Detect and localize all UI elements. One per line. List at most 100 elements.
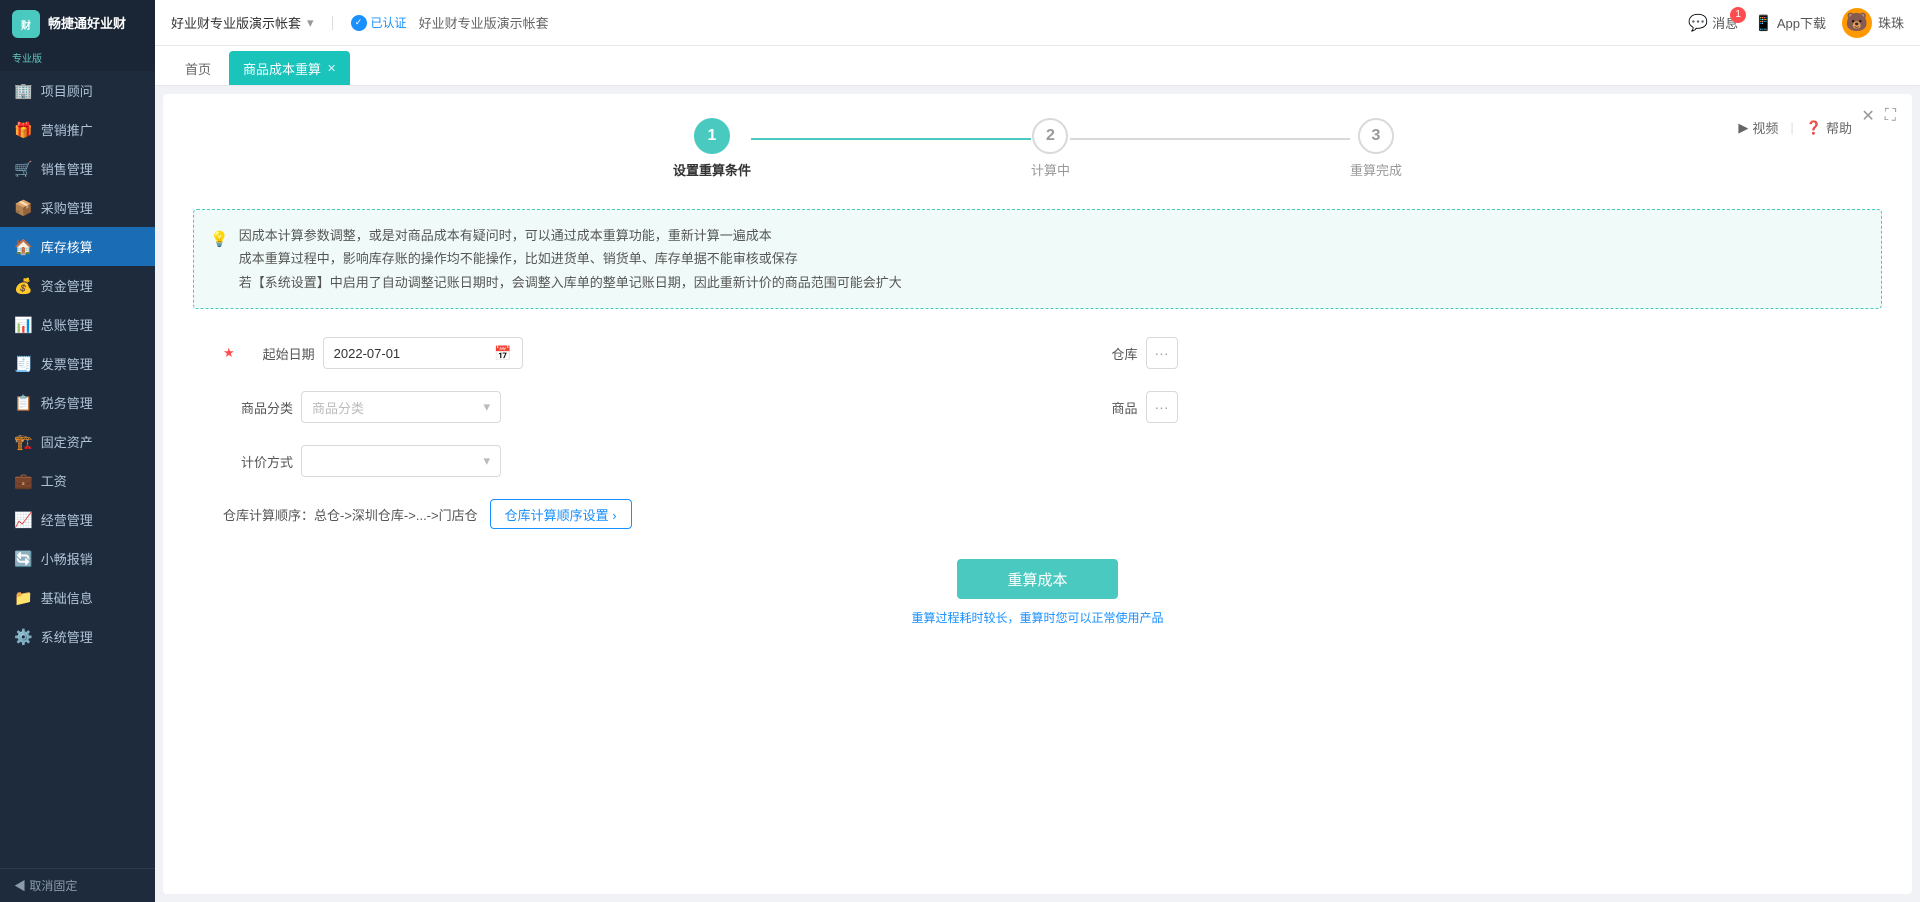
step-2: 2 计算中: [1031, 118, 1070, 179]
warehouse-order-label: 仓库计算顺序：总仓->深圳仓库->...->门店仓: [223, 505, 478, 524]
tabbar: 首页 商品成本重算 ✕: [155, 46, 1920, 86]
sidebar-item-sales[interactable]: 🛒 销售管理: [0, 149, 155, 188]
verified-badge: ✓ 已认证: [351, 14, 407, 31]
shield-icon: ✓: [351, 15, 367, 31]
warehouse-item: 仓库 ···: [1068, 337, 1853, 369]
inventory-icon: 🏠: [14, 238, 33, 256]
sidebar-item-expense[interactable]: 🔄 小畅报销: [0, 539, 155, 578]
message-button[interactable]: 💬 消息 1: [1688, 13, 1738, 33]
form-row-2: 商品分类 商品分类 ▾ 商品 ···: [223, 391, 1852, 423]
tax-icon: 📋: [14, 394, 33, 412]
notification-badge: 1: [1730, 7, 1746, 23]
main-area: 好业财专业版演示帐套 ▾ ✓ 已认证 好业财专业版演示帐套 💬 消息 1 📱 A…: [155, 0, 1920, 902]
step-2-circle: 2: [1032, 118, 1068, 154]
expand-window-icon[interactable]: ⛶: [1885, 107, 1896, 125]
product-select[interactable]: ···: [1146, 391, 1178, 423]
tab-close-icon[interactable]: ✕: [327, 62, 336, 75]
start-date-input[interactable]: 2022-07-01 📅: [323, 337, 523, 369]
calendar-icon[interactable]: 📅: [494, 345, 511, 362]
account-selector[interactable]: 好业财专业版演示帐套 ▾: [171, 13, 314, 32]
app-logo-icon: 财: [12, 10, 40, 38]
sidebar-item-system[interactable]: ⚙️ 系统管理: [0, 617, 155, 656]
step-3-circle: 3: [1358, 118, 1394, 154]
phone-icon: 📱: [1754, 14, 1773, 32]
accounting-icon: 📊: [14, 316, 33, 334]
sidebar-nav: 🏢 项目顾问 🎁 营销推广 🛒 销售管理 📦 采购管理 🏠 库存核算 💰 资金管…: [0, 71, 155, 868]
app-download-button[interactable]: 📱 App下载: [1754, 13, 1826, 32]
sidebar-item-operation[interactable]: 📈 经营管理: [0, 500, 155, 539]
sidebar-unpin-button[interactable]: ◀ 取消固定: [0, 868, 155, 902]
recalc-button[interactable]: 重算成本: [957, 559, 1117, 599]
sidebar-item-marketing[interactable]: 🎁 营销推广: [0, 110, 155, 149]
pricing-item: 计价方式 ▾: [223, 445, 1852, 477]
dropdown-icon: ▾: [307, 15, 314, 31]
sidebar-item-invoice[interactable]: 🧾 发票管理: [0, 344, 155, 383]
sidebar-logo: 财 畅捷通好业财: [0, 0, 155, 48]
category-item: 商品分类 商品分类 ▾: [223, 391, 1008, 423]
form-row-1: ★ 起始日期 2022-07-01 📅 仓库 ···: [223, 337, 1852, 369]
system-icon: ⚙️: [14, 628, 33, 646]
avatar: 🐻: [1842, 8, 1872, 38]
notice-line-1: 因成本计算参数调整，或是对商品成本有疑问时，可以通过成本重算功能，重新计算一遍成…: [239, 224, 902, 247]
warehouse-order-setting-button[interactable]: 仓库计算顺序设置 ›: [490, 499, 632, 529]
user-menu[interactable]: 🐻 珠珠: [1842, 8, 1904, 38]
step-3: 3 重算完成: [1350, 118, 1402, 179]
submit-area: 重算成本 重算过程耗时较长，重算时您可以正常使用产品: [193, 559, 1882, 626]
tab-home[interactable]: 首页: [171, 51, 225, 85]
step-3-label: 重算完成: [1350, 160, 1402, 179]
operation-icon: 📈: [14, 511, 33, 529]
product-item: 商品 ···: [1068, 391, 1853, 423]
warehouse-label: 仓库: [1068, 344, 1138, 363]
sidebar-item-tax[interactable]: 📋 税务管理: [0, 383, 155, 422]
content-area: ✕ ⛶ ▶ 视频 | ❓ 帮助 1 设置重算条件 2 计算中: [163, 94, 1912, 894]
product-label: 商品: [1068, 398, 1138, 417]
sidebar-item-accounting[interactable]: 📊 总账管理: [0, 305, 155, 344]
topbar-actions: 💬 消息 1 📱 App下载 🐻 珠珠: [1688, 8, 1904, 38]
topbar-divider: [332, 16, 333, 30]
category-label: 商品分类: [223, 398, 293, 417]
expense-icon: 🔄: [14, 550, 33, 568]
start-date-item: ★ 起始日期 2022-07-01 📅: [223, 337, 1008, 369]
step-1-label: 设置重算条件: [673, 160, 751, 179]
sidebar-item-purchase[interactable]: 📦 采购管理: [0, 188, 155, 227]
dropdown-arrow-icon: ▾: [483, 399, 490, 415]
required-mark: ★: [223, 345, 235, 361]
step-line-1: [751, 138, 1031, 140]
salary-icon: 💼: [14, 472, 33, 490]
sidebar-item-salary[interactable]: 💼 工资: [0, 461, 155, 500]
pricing-label: 计价方式: [223, 452, 293, 471]
sidebar-item-inventory[interactable]: 🏠 库存核算: [0, 227, 155, 266]
project-icon: 🏢: [14, 82, 33, 100]
notice-box: 💡 因成本计算参数调整，或是对商品成本有疑问时，可以通过成本重算功能，重新计算一…: [193, 209, 1882, 309]
warning-icon: 💡: [210, 226, 229, 294]
submit-hint: 重算过程耗时较长，重算时您可以正常使用产品: [193, 609, 1882, 626]
steps-bar: 1 设置重算条件 2 计算中 3 重算完成: [193, 118, 1882, 179]
warehouse-select[interactable]: ···: [1146, 337, 1178, 369]
topbar: 好业财专业版演示帐套 ▾ ✓ 已认证 好业财专业版演示帐套 💬 消息 1 📱 A…: [155, 0, 1920, 46]
notice-content: 因成本计算参数调整，或是对商品成本有疑问时，可以通过成本重算功能，重新计算一遍成…: [239, 224, 902, 294]
basic-icon: 📁: [14, 589, 33, 607]
category-select[interactable]: 商品分类 ▾: [301, 391, 501, 423]
tab-cost-recalc[interactable]: 商品成本重算 ✕: [229, 51, 350, 85]
company-name: 好业财专业版演示帐套: [419, 13, 549, 32]
marketing-icon: 🎁: [14, 121, 33, 139]
pricing-select[interactable]: ▾: [301, 445, 501, 477]
notice-line-2: 成本重算过程中，影响库存账的操作均不能操作，比如进货单、销货单、库存单据不能审核…: [239, 247, 902, 270]
warehouse-order-row: 仓库计算顺序：总仓->深圳仓库->...->门店仓 仓库计算顺序设置 ›: [223, 499, 1852, 529]
step-2-label: 计算中: [1031, 160, 1070, 179]
sidebar-item-assets[interactable]: 🏗️ 固定资产: [0, 422, 155, 461]
finance-icon: 💰: [14, 277, 33, 295]
purchase-icon: 📦: [14, 199, 33, 217]
dropdown-arrow-2-icon: ▾: [483, 453, 490, 469]
step-1-circle: 1: [694, 118, 730, 154]
sidebar-item-basic[interactable]: 📁 基础信息: [0, 578, 155, 617]
sidebar: 财 畅捷通好业财 专业版 🏢 项目顾问 🎁 营销推广 🛒 销售管理 📦 采购管理…: [0, 0, 155, 902]
app-logo-text: 畅捷通好业财: [48, 16, 126, 32]
step-1: 1 设置重算条件: [673, 118, 751, 179]
invoice-icon: 🧾: [14, 355, 33, 373]
step-line-2: [1070, 138, 1350, 140]
sidebar-item-project[interactable]: 🏢 项目顾问: [0, 71, 155, 110]
sidebar-item-finance[interactable]: 💰 资金管理: [0, 266, 155, 305]
form-section: ★ 起始日期 2022-07-01 📅 仓库 ··· 商品分类: [193, 337, 1882, 529]
notice-line-3: 若【系统设置】中启用了自动调整记账日期时，会调整入库单的整单记账日期，因此重新计…: [239, 271, 902, 294]
